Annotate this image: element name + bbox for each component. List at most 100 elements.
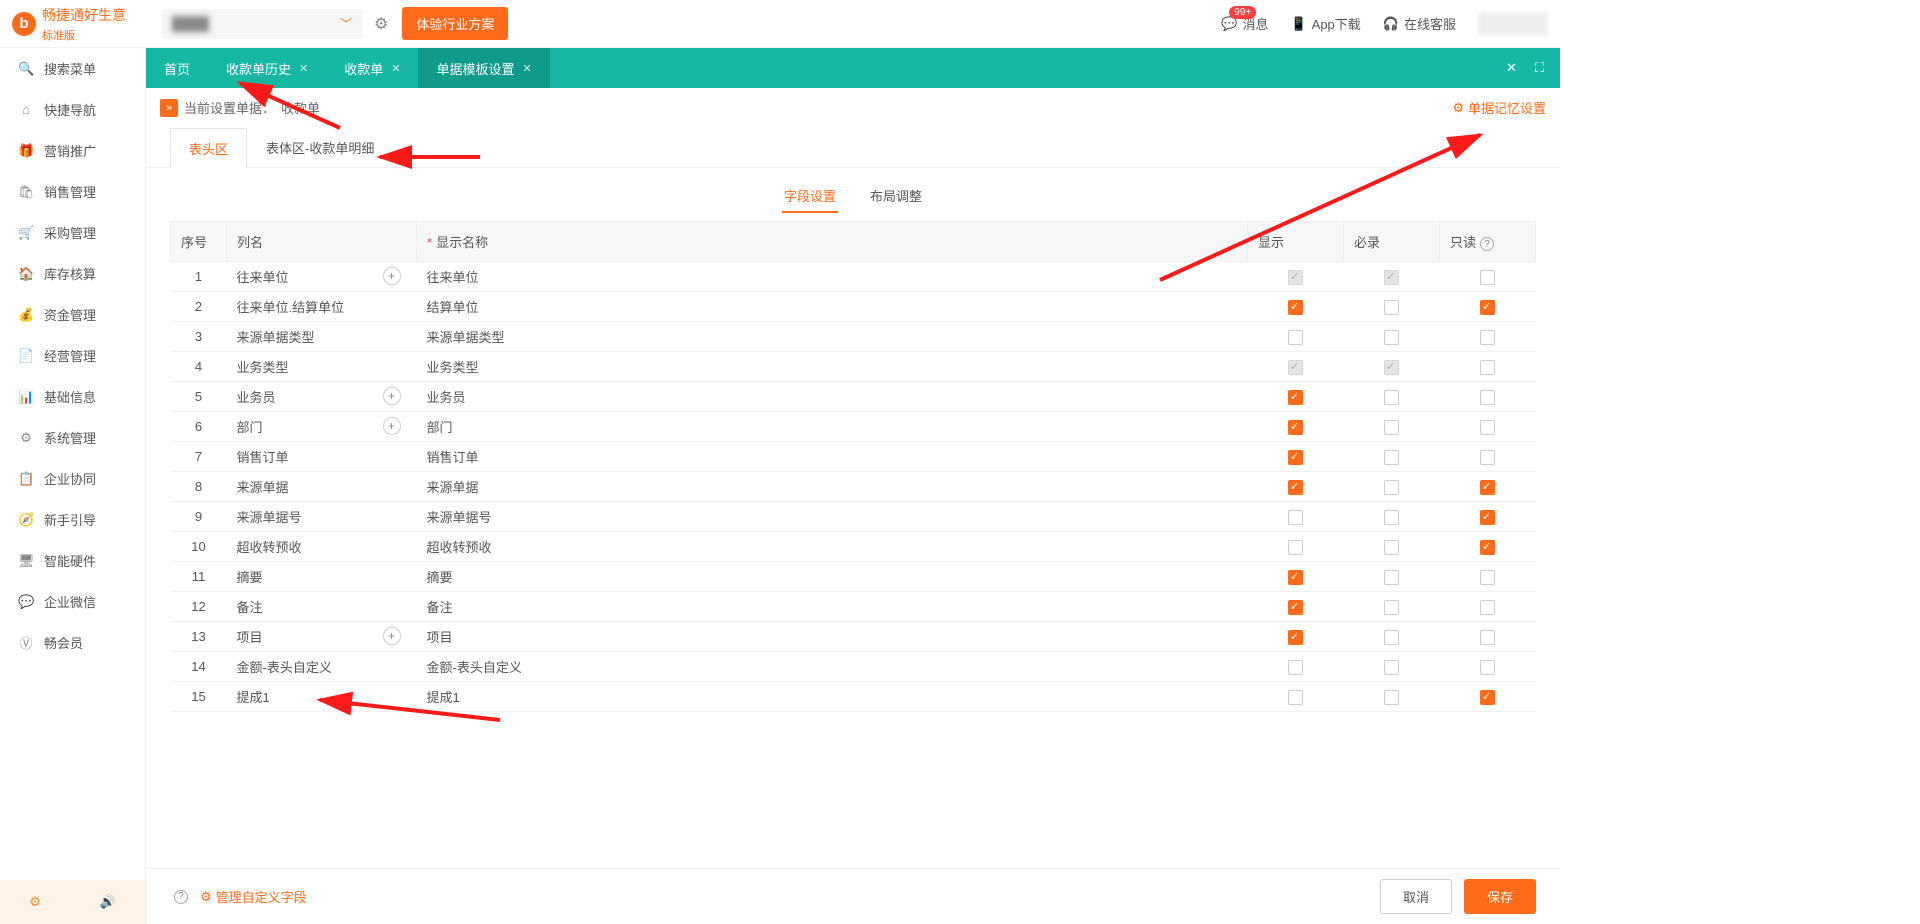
sidebar-item[interactable]: 🏠库存核算 [0,253,145,294]
sidebar-item[interactable]: Ⓥ畅会员 [0,622,145,663]
add-icon[interactable]: + [383,267,401,285]
checkbox[interactable] [1480,600,1495,615]
sidebar-item[interactable]: 💬企业微信 [0,581,145,622]
checkbox[interactable] [1384,540,1399,555]
sub-tab[interactable]: 表头区 [170,128,247,168]
sidebar-item[interactable]: 🛍销售管理 [0,171,145,212]
checkbox[interactable] [1288,330,1303,345]
sidebar-item[interactable]: 🖥智能硬件 [0,540,145,581]
checkbox[interactable] [1384,660,1399,675]
sidebar-item[interactable]: 🧭新手引导 [0,499,145,540]
checkbox[interactable] [1480,450,1495,465]
cell-display[interactable]: 往来单位 [417,262,1248,292]
add-icon[interactable]: + [383,627,401,645]
checkbox[interactable] [1288,390,1303,405]
collapse-button[interactable]: » [160,99,178,117]
tab[interactable]: 收款单✕ [326,48,418,88]
add-icon[interactable]: + [383,387,401,405]
company-select[interactable]: ████ ﹀ [162,9,362,39]
checkbox[interactable] [1480,390,1495,405]
checkbox[interactable] [1384,390,1399,405]
checkbox[interactable] [1480,360,1495,375]
cell-display[interactable]: 金额-表头自定义 [417,652,1248,682]
checkbox[interactable] [1288,450,1303,465]
trial-button[interactable]: 体验行业方案 [402,7,508,40]
checkbox[interactable] [1480,300,1495,315]
inner-tab[interactable]: 布局调整 [868,180,924,213]
sidebar-item[interactable]: 💰资金管理 [0,294,145,335]
messages-link[interactable]: 💬 消息 99+ [1221,14,1268,33]
close-icon[interactable]: ✕ [523,62,532,75]
checkbox[interactable] [1384,480,1399,495]
manage-custom-fields-link[interactable]: ⚙ 管理自定义字段 [200,887,307,906]
close-all-icon[interactable]: ✕ [1502,56,1521,80]
checkbox[interactable] [1480,420,1495,435]
checkbox[interactable] [1384,300,1399,315]
checkbox[interactable] [1480,540,1495,555]
checkbox[interactable] [1480,270,1495,285]
sidebar-item[interactable]: 📋企业协同 [0,458,145,499]
cell-display[interactable]: 来源单据号 [417,502,1248,532]
tab[interactable]: 单据模板设置✕ [418,48,549,88]
checkbox[interactable] [1288,570,1303,585]
close-icon[interactable]: ✕ [299,62,308,75]
checkbox[interactable] [1384,510,1399,525]
sidebar-item[interactable]: 🔍搜索菜单 [0,48,145,89]
memory-settings-link[interactable]: ⚙ 单据记忆设置 [1452,98,1546,117]
fullscreen-icon[interactable]: ⛶ [1531,56,1548,80]
cell-display[interactable]: 项目 [417,622,1248,652]
cell-display[interactable]: 销售订单 [417,442,1248,472]
checkbox[interactable] [1288,630,1303,645]
sidebar-item[interactable]: 🛒采购管理 [0,212,145,253]
checkbox[interactable] [1288,480,1303,495]
checkbox[interactable] [1480,660,1495,675]
cell-display[interactable]: 备注 [417,592,1248,622]
sidebar-item[interactable]: ⌂快捷导航 [0,89,145,130]
tab[interactable]: 首页 [146,48,208,88]
checkbox[interactable] [1384,360,1399,375]
add-icon[interactable]: + [383,417,401,435]
user-avatar[interactable] [1478,12,1548,36]
cell-display[interactable]: 部门 [417,412,1248,442]
cell-display[interactable]: 来源单据 [417,472,1248,502]
checkbox[interactable] [1384,270,1399,285]
checkbox[interactable] [1384,570,1399,585]
checkbox[interactable] [1480,330,1495,345]
gear-icon[interactable]: ⚙ [374,14,388,34]
checkbox[interactable] [1480,690,1495,705]
checkbox[interactable] [1384,330,1399,345]
cell-display[interactable]: 来源单据类型 [417,322,1248,352]
checkbox[interactable] [1288,660,1303,675]
checkbox[interactable] [1480,630,1495,645]
checkbox[interactable] [1480,570,1495,585]
checkbox[interactable] [1384,690,1399,705]
settings-icon[interactable]: ⚙ [25,890,45,914]
checkbox[interactable] [1288,270,1303,285]
cell-display[interactable]: 业务类型 [417,352,1248,382]
sound-icon[interactable]: 🔊 [96,890,120,914]
inner-tab[interactable]: 字段设置 [782,180,838,213]
help-icon[interactable]: ? [174,890,188,904]
checkbox[interactable] [1288,540,1303,555]
sidebar-item[interactable]: ⚙系统管理 [0,417,145,458]
checkbox[interactable] [1384,450,1399,465]
sidebar-item[interactable]: 🎁营销推广 [0,130,145,171]
sidebar-item[interactable]: 📄经营管理 [0,335,145,376]
checkbox[interactable] [1480,510,1495,525]
sub-tab[interactable]: 表体区-收款单明细 [247,127,393,167]
cell-display[interactable]: 结算单位 [417,292,1248,322]
checkbox[interactable] [1384,630,1399,645]
cell-display[interactable]: 摘要 [417,562,1248,592]
app-download-link[interactable]: 📱 App下载 [1290,14,1360,33]
support-link[interactable]: 🎧 在线客服 [1383,14,1456,33]
checkbox[interactable] [1288,300,1303,315]
cell-display[interactable]: 业务员 [417,382,1248,412]
cell-display[interactable]: 超收转预收 [417,532,1248,562]
cell-display[interactable]: 提成1 [417,682,1248,712]
checkbox[interactable] [1288,600,1303,615]
cancel-button[interactable]: 取消 [1380,879,1452,914]
checkbox[interactable] [1288,510,1303,525]
save-button[interactable]: 保存 [1464,879,1536,914]
help-icon[interactable]: ? [1480,237,1494,251]
checkbox[interactable] [1288,690,1303,705]
